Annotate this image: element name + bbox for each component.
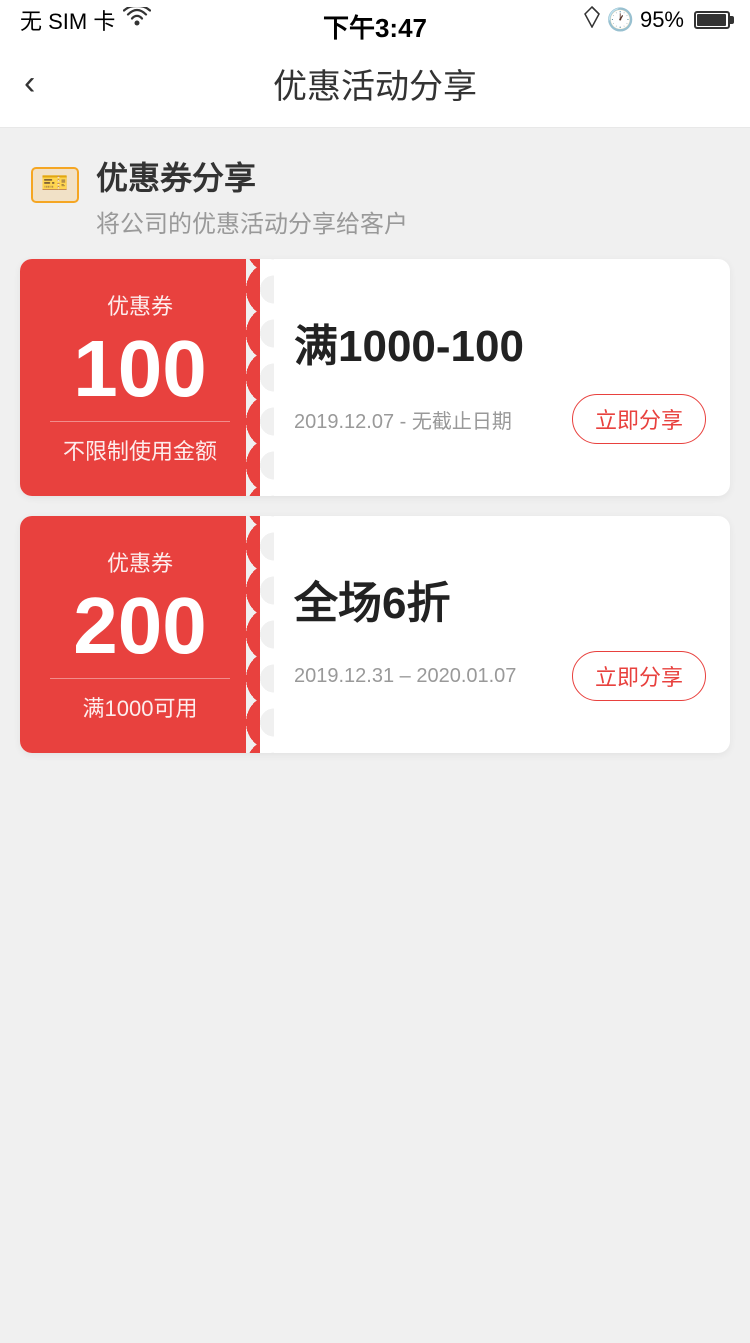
- location-icon: [583, 6, 601, 34]
- carrier-text: 无 SIM 卡: [20, 4, 115, 36]
- status-bar: 无 SIM 卡 下午3:47 🕐 95%: [0, 0, 750, 40]
- battery-percent: 95%: [640, 7, 684, 33]
- coupon-amount-2: 200: [73, 586, 206, 666]
- section-title: 优惠券分享: [96, 158, 408, 200]
- bottom-area: [0, 783, 750, 1343]
- section-text: 优惠券分享 将公司的优惠活动分享给客户: [96, 158, 408, 239]
- share-button-1[interactable]: 立即分享: [572, 394, 706, 444]
- coupon-right-1: 满1000-100 2019.12.07 - 无截止日期 立即分享: [260, 259, 730, 496]
- battery-icon: [694, 11, 730, 29]
- coupon-label-2: 优惠券: [107, 546, 173, 578]
- nav-bar: ‹ 优惠活动分享: [0, 40, 750, 128]
- status-right: 🕐 95%: [583, 6, 730, 34]
- coupon-name-1: 满1000-100: [294, 310, 706, 374]
- coupon-condition-2: 满1000可用: [83, 691, 198, 723]
- wifi-icon: [123, 7, 151, 33]
- coupon-left-1: 优惠券 100 不限制使用金额: [20, 259, 260, 496]
- section-header: 🎫 优惠券分享 将公司的优惠活动分享给客户: [0, 128, 750, 259]
- coupon-date-1: 2019.12.07 - 无截止日期: [294, 405, 512, 434]
- coupon-right-2: 全场6折 2019.12.31 – 2020.01.07 立即分享: [260, 516, 730, 753]
- share-button-2[interactable]: 立即分享: [572, 651, 706, 701]
- coupon-name-2: 全场6折: [294, 567, 706, 631]
- coupon-divider-2: [50, 678, 230, 679]
- svg-text:🎫: 🎫: [41, 170, 68, 195]
- status-left: 无 SIM 卡: [20, 4, 151, 36]
- coupon-card-1: 优惠券 100 不限制使用金额 满1000-100 2019.12.07 - 无…: [20, 259, 730, 496]
- coupon-divider-1: [50, 421, 230, 422]
- coupon-condition-1: 不限制使用金额: [63, 434, 217, 466]
- page-title: 优惠活动分享: [273, 59, 477, 108]
- coupon-date-2: 2019.12.31 – 2020.01.07: [294, 665, 516, 688]
- coupon-meta-2: 2019.12.31 – 2020.01.07 立即分享: [294, 651, 706, 701]
- coupon-left-2: 优惠券 200 满1000可用: [20, 516, 260, 753]
- coupon-meta-1: 2019.12.07 - 无截止日期 立即分享: [294, 394, 706, 444]
- coupon-icon: 🎫: [30, 160, 80, 210]
- back-button[interactable]: ‹: [24, 64, 35, 103]
- coupon-card-2: 优惠券 200 满1000可用 全场6折 2019.12.31 – 2020.0…: [20, 516, 730, 753]
- coupon-label-1: 优惠券: [107, 289, 173, 321]
- alarm-icon: 🕐: [607, 7, 634, 33]
- section-subtitle: 将公司的优惠活动分享给客户: [96, 204, 408, 239]
- coupon-amount-1: 100: [73, 329, 206, 409]
- coupon-list: 优惠券 100 不限制使用金额 满1000-100 2019.12.07 - 无…: [0, 259, 750, 783]
